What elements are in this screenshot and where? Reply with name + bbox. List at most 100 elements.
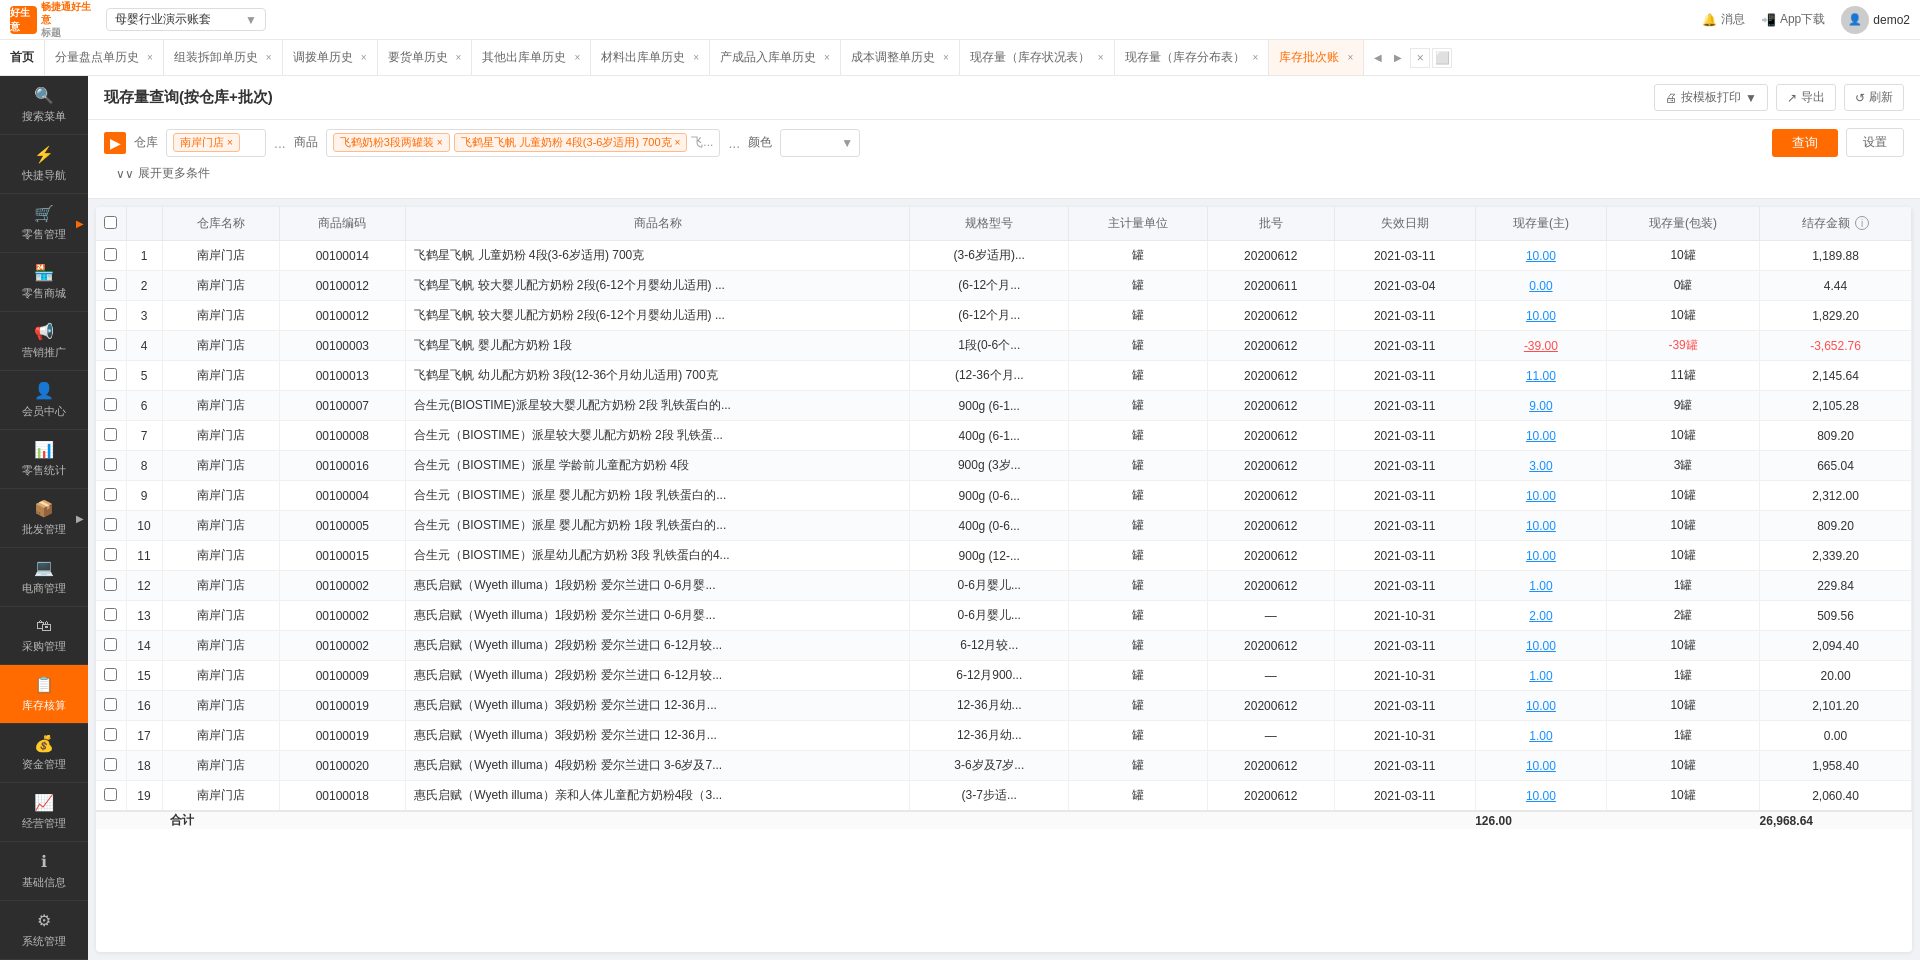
message-button[interactable]: 🔔 消息 [1702,11,1745,28]
tab-close-icon[interactable]: × [361,52,367,63]
tab-close-icon[interactable]: × [266,52,272,63]
row-checkbox[interactable] [96,781,126,812]
row-checkbox[interactable] [96,691,126,721]
color-filter-group[interactable]: ▼ [780,129,860,157]
row-checkbox[interactable] [96,601,126,631]
warehouse-tag-close-icon[interactable]: × [227,137,233,148]
row-stock-main[interactable]: 2.00 [1475,601,1606,631]
sidebar-item-management[interactable]: 📈 经营管理 [0,783,88,842]
select-all-checkbox[interactable] [104,216,117,229]
product-tag-2[interactable]: 飞鹤星飞帆 儿童奶粉 4段(3-6岁适用) 700克 × [454,133,688,152]
tab-xianzailiang2[interactable]: 现存量（库存分布表） × [1115,40,1270,76]
sidebar-item-quicknav[interactable]: ⚡ 快捷导航 [0,135,88,194]
row-stock-main[interactable]: 11.00 [1475,361,1606,391]
tab-diaobo[interactable]: 调拨单历史 × [283,40,378,76]
row-stock-main[interactable]: 10.00 [1475,751,1606,781]
row-checkbox[interactable] [96,241,126,271]
row-stock-main[interactable]: 10.00 [1475,781,1606,812]
product-more-icon[interactable]: ... [728,135,740,151]
sidebar-item-member[interactable]: 👤 会员中心 [0,371,88,430]
tab-yaohuo[interactable]: 要货单历史 × [378,40,473,76]
sidebar-item-basics[interactable]: ℹ 基础信息 [0,842,88,901]
tab-zuchai[interactable]: 组装拆卸单历史 × [164,40,283,76]
row-checkbox[interactable] [96,661,126,691]
row-stock-main[interactable]: 10.00 [1475,631,1606,661]
row-checkbox[interactable] [96,421,126,451]
row-stock-main[interactable]: 10.00 [1475,241,1606,271]
sidebar-item-system[interactable]: ⚙ 系统管理 [0,901,88,960]
row-stock-main[interactable]: 0.00 [1475,271,1606,301]
user-profile[interactable]: 👤 demo2 [1841,6,1910,34]
tab-close-icon[interactable]: × [147,52,153,63]
tab-chengbentiao[interactable]: 成本调整单历史 × [841,40,960,76]
tab-qitachu[interactable]: 其他出库单历史 × [472,40,591,76]
sidebar-item-ecommerce[interactable]: 💻 电商管理 [0,548,88,607]
tab-xianzailiang1[interactable]: 现存量（库存状况表） × [960,40,1115,76]
account-selector[interactable]: 母婴行业演示账套 ▼ [106,8,266,31]
row-checkbox[interactable] [96,331,126,361]
toggle-filter-button[interactable]: ▶ [104,132,126,154]
row-checkbox[interactable] [96,721,126,751]
row-stock-main[interactable]: 10.00 [1475,511,1606,541]
nav-next-button[interactable]: ▶ [1388,48,1408,68]
nav-prev-button[interactable]: ◀ [1368,48,1388,68]
query-button[interactable]: 查询 [1772,129,1838,157]
warehouse-tag[interactable]: 南岸门店 × [173,133,240,152]
tab-chanpinru[interactable]: 产成品入库单历史 × [710,40,841,76]
product-tag-1[interactable]: 飞鹤奶粉3段两罐装 × [333,133,450,152]
row-checkbox[interactable] [96,541,126,571]
tab-fenpan[interactable]: 分量盘点单历史 × [45,40,164,76]
tab-close-icon[interactable]: × [1347,52,1353,63]
tab-close-icon[interactable]: × [693,52,699,63]
export-button[interactable]: ↗ 导出 [1776,84,1836,111]
row-checkbox[interactable] [96,451,126,481]
row-checkbox[interactable] [96,631,126,661]
nav-maximize-button[interactable]: ⬜ [1432,48,1452,68]
warehouse-more-icon[interactable]: ... [274,135,286,151]
product-tag-1-close-icon[interactable]: × [437,137,443,148]
sidebar-item-search[interactable]: 🔍 搜索菜单 [0,76,88,135]
row-checkbox[interactable] [96,511,126,541]
row-stock-main[interactable]: 10.00 [1475,301,1606,331]
sidebar-item-stats[interactable]: 📊 零售统计 [0,430,88,489]
sidebar-item-retail[interactable]: 🛒 零售管理 ▶ [0,194,88,253]
tab-close-icon[interactable]: × [574,52,580,63]
expand-conditions-button[interactable]: ∨∨ 展开更多条件 [108,161,1900,186]
product-filter-group[interactable]: 飞鹤奶粉3段两罐装 × 飞鹤星飞帆 儿童奶粉 4段(3-6岁适用) 700克 ×… [326,129,721,157]
row-stock-main[interactable]: 1.00 [1475,661,1606,691]
row-checkbox[interactable] [96,391,126,421]
row-stock-main[interactable]: 1.00 [1475,721,1606,751]
sidebar-item-purchase[interactable]: 🛍 采购管理 [0,607,88,665]
app-download-button[interactable]: 📲 App下载 [1761,11,1825,28]
row-stock-main[interactable]: -39.00 [1475,331,1606,361]
row-checkbox[interactable] [96,301,126,331]
sidebar-item-wholesale[interactable]: 📦 批发管理 ▶ [0,489,88,548]
tab-close-icon[interactable]: × [824,52,830,63]
row-checkbox[interactable] [96,271,126,301]
row-stock-main[interactable]: 1.00 [1475,571,1606,601]
tab-close-icon[interactable]: × [1253,52,1259,63]
settings-button[interactable]: 设置 [1846,128,1904,157]
tab-cailiaochu[interactable]: 材料出库单历史 × [591,40,710,76]
tab-close-icon[interactable]: × [943,52,949,63]
sidebar-item-finance[interactable]: 💰 资金管理 [0,724,88,783]
row-stock-main[interactable]: 10.00 [1475,691,1606,721]
row-checkbox[interactable] [96,481,126,511]
row-stock-main[interactable]: 3.00 [1475,451,1606,481]
row-stock-main[interactable]: 10.00 [1475,481,1606,511]
row-checkbox[interactable] [96,751,126,781]
nav-close-tab-button[interactable]: × [1410,48,1430,68]
tab-kupicici[interactable]: 库存批次账 × [1269,40,1364,76]
row-checkbox[interactable] [96,571,126,601]
sidebar-item-retailshop[interactable]: 🏪 零售商城 [0,253,88,312]
row-checkbox[interactable] [96,361,126,391]
row-stock-main[interactable]: 10.00 [1475,541,1606,571]
row-stock-main[interactable]: 10.00 [1475,421,1606,451]
balance-info-icon[interactable]: i [1855,216,1869,230]
refresh-button[interactable]: ↺ 刷新 [1844,84,1904,111]
product-tag-2-close-icon[interactable]: × [675,137,681,148]
row-stock-main[interactable]: 9.00 [1475,391,1606,421]
sidebar-item-inventory[interactable]: 📋 库存核算 [0,665,88,724]
warehouse-filter-group[interactable]: 南岸门店 × [166,129,266,157]
tab-home[interactable]: 首页 [0,40,45,76]
